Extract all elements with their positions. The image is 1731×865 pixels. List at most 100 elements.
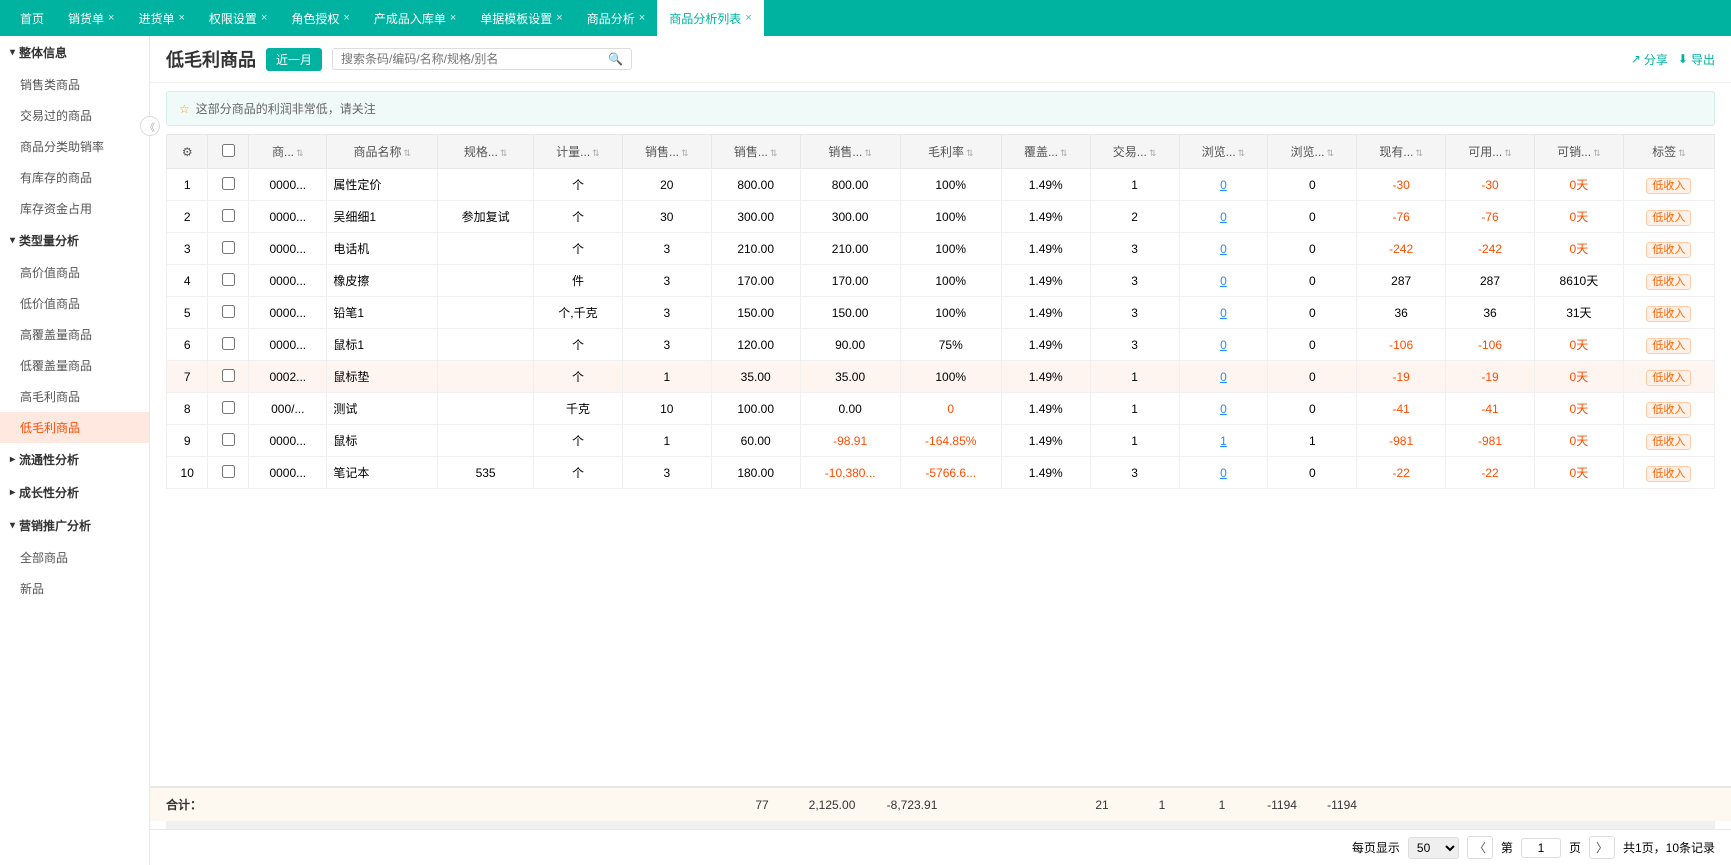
row-name[interactable]: 鼠标 — [327, 425, 438, 457]
nav-home[interactable]: 首页 — [8, 0, 56, 36]
sidebar-group-circulation[interactable]: ▸ 流通性分析 — [0, 443, 149, 476]
col-view1-header[interactable]: 浏览...⇅ — [1179, 135, 1268, 169]
row-checkbox[interactable] — [208, 265, 249, 297]
row-name[interactable]: 鼠标垫 — [327, 361, 438, 393]
nav-purchase-order[interactable]: 进货单 × — [126, 0, 196, 36]
sidebar-item-category-rate[interactable]: 商品分类助销率 — [0, 131, 149, 162]
nav-role-auth[interactable]: 角色授权 × — [279, 0, 361, 36]
row-view1[interactable]: 0 — [1179, 361, 1268, 393]
row-view1[interactable]: 0 — [1179, 393, 1268, 425]
row-view1[interactable]: 0 — [1179, 201, 1268, 233]
col-sales1-header[interactable]: 销售...⇅ — [622, 135, 711, 169]
row-checkbox[interactable] — [208, 329, 249, 361]
row-name[interactable]: 笔记本 — [327, 457, 438, 489]
sidebar-item-sales-products[interactable]: 销售类商品 — [0, 69, 149, 100]
col-settings[interactable]: ⚙ — [167, 135, 208, 169]
col-unit-header[interactable]: 计量...⇅ — [534, 135, 623, 169]
row-select-checkbox[interactable] — [222, 273, 235, 286]
row-checkbox[interactable] — [208, 425, 249, 457]
sidebar-item-high-margin[interactable]: 高毛利商品 — [0, 381, 149, 412]
col-tag-header[interactable]: 标签⇅ — [1623, 135, 1714, 169]
col-trade-header[interactable]: 交易...⇅ — [1090, 135, 1179, 169]
close-icon[interactable]: × — [450, 12, 456, 24]
sidebar-item-low-coverage[interactable]: 低覆盖量商品 — [0, 350, 149, 381]
row-select-checkbox[interactable] — [222, 209, 235, 222]
col-checkbox[interactable] — [208, 135, 249, 169]
close-icon[interactable]: × — [639, 12, 645, 24]
sidebar-item-low-value[interactable]: 低价值商品 — [0, 288, 149, 319]
col-spec-header[interactable]: 规格...⇅ — [438, 135, 534, 169]
row-select-checkbox[interactable] — [222, 401, 235, 414]
search-input[interactable] — [341, 52, 604, 66]
row-select-checkbox[interactable] — [222, 177, 235, 190]
row-name[interactable]: 电话机 — [327, 233, 438, 265]
nav-product-analysis[interactable]: 商品分析 × — [575, 0, 657, 36]
sidebar-item-high-coverage[interactable]: 高覆盖量商品 — [0, 319, 149, 350]
prev-page-button[interactable]: 〈 — [1467, 836, 1493, 859]
next-page-button[interactable]: 〉 — [1589, 836, 1615, 859]
export-button[interactable]: ⬇ 导出 — [1678, 51, 1715, 68]
nav-sales-order[interactable]: 销货单 × — [56, 0, 126, 36]
col-coverage-header[interactable]: 覆盖...⇅ — [1001, 135, 1090, 169]
col-code-header[interactable]: 商...⇅ — [249, 135, 327, 169]
close-icon[interactable]: × — [343, 12, 349, 24]
nav-template-settings[interactable]: 单据模板设置 × — [468, 0, 574, 36]
select-all-checkbox[interactable] — [222, 144, 235, 157]
row-checkbox[interactable] — [208, 169, 249, 201]
sidebar-collapse-button[interactable]: 《 — [140, 116, 160, 136]
date-filter-button[interactable]: 近一月 — [266, 48, 322, 71]
share-button[interactable]: ↗ 分享 — [1631, 51, 1668, 68]
row-name[interactable]: 鼠标1 — [327, 329, 438, 361]
row-view1[interactable]: 1 — [1179, 425, 1268, 457]
row-checkbox[interactable] — [208, 201, 249, 233]
row-view1[interactable]: 0 — [1179, 233, 1268, 265]
nav-permission[interactable]: 权限设置 × — [197, 0, 279, 36]
row-name[interactable]: 橡皮擦 — [327, 265, 438, 297]
sidebar-group-growth[interactable]: ▸ 成长性分析 — [0, 476, 149, 509]
row-view1[interactable]: 0 — [1179, 329, 1268, 361]
sidebar-item-capital[interactable]: 库存资金占用 — [0, 193, 149, 224]
sidebar-group-type-analysis[interactable]: ▾ 类型量分析 — [0, 224, 149, 257]
col-name-header[interactable]: 商品名称⇅ — [327, 135, 438, 169]
row-checkbox[interactable] — [208, 457, 249, 489]
row-view1[interactable]: 0 — [1179, 297, 1268, 329]
close-icon[interactable]: × — [745, 12, 751, 24]
row-name[interactable]: 属性定价 — [327, 169, 438, 201]
row-checkbox[interactable] — [208, 297, 249, 329]
sidebar-item-all-products[interactable]: 全部商品 — [0, 542, 149, 573]
close-icon[interactable]: × — [108, 12, 114, 24]
sidebar-item-stocked[interactable]: 有库存的商品 — [0, 162, 149, 193]
per-page-select[interactable]: 50 20 100 — [1408, 837, 1459, 859]
close-icon[interactable]: × — [556, 12, 562, 24]
close-icon[interactable]: × — [261, 12, 267, 24]
col-stock1-header[interactable]: 现有...⇅ — [1357, 135, 1446, 169]
row-select-checkbox[interactable] — [222, 337, 235, 350]
nav-product-analysis-list[interactable]: 商品分析列表 × — [657, 0, 763, 36]
row-name[interactable]: 铅笔1 — [327, 297, 438, 329]
col-sales2-header[interactable]: 销售...⇅ — [711, 135, 800, 169]
row-name[interactable]: 吴细细1 — [327, 201, 438, 233]
sidebar-group-marketing[interactable]: ▾ 营销推广分析 — [0, 509, 149, 542]
row-checkbox[interactable] — [208, 393, 249, 425]
sidebar-item-low-margin[interactable]: 低毛利商品 — [0, 412, 149, 443]
row-view1[interactable]: 0 — [1179, 169, 1268, 201]
row-select-checkbox[interactable] — [222, 305, 235, 318]
sidebar-group-overview[interactable]: ▾ 整体信息 — [0, 36, 149, 69]
sidebar-item-high-value[interactable]: 高价值商品 — [0, 257, 149, 288]
row-checkbox[interactable] — [208, 361, 249, 393]
horizontal-scrollbar[interactable] — [166, 821, 1715, 829]
row-select-checkbox[interactable] — [222, 369, 235, 382]
col-view2-header[interactable]: 浏览...⇅ — [1268, 135, 1357, 169]
col-gross-header[interactable]: 毛利率⇅ — [900, 135, 1001, 169]
nav-product-inbound[interactable]: 产成品入库单 × — [362, 0, 468, 36]
col-stock2-header[interactable]: 可用...⇅ — [1446, 135, 1535, 169]
row-view1[interactable]: 0 — [1179, 265, 1268, 297]
close-icon[interactable]: × — [178, 12, 184, 24]
sidebar-item-traded-products[interactable]: 交易过的商品 — [0, 100, 149, 131]
row-view1[interactable]: 0 — [1179, 457, 1268, 489]
row-select-checkbox[interactable] — [222, 433, 235, 446]
row-select-checkbox[interactable] — [222, 465, 235, 478]
row-select-checkbox[interactable] — [222, 241, 235, 254]
row-checkbox[interactable] — [208, 233, 249, 265]
col-sales3-header[interactable]: 销售...⇅ — [800, 135, 900, 169]
